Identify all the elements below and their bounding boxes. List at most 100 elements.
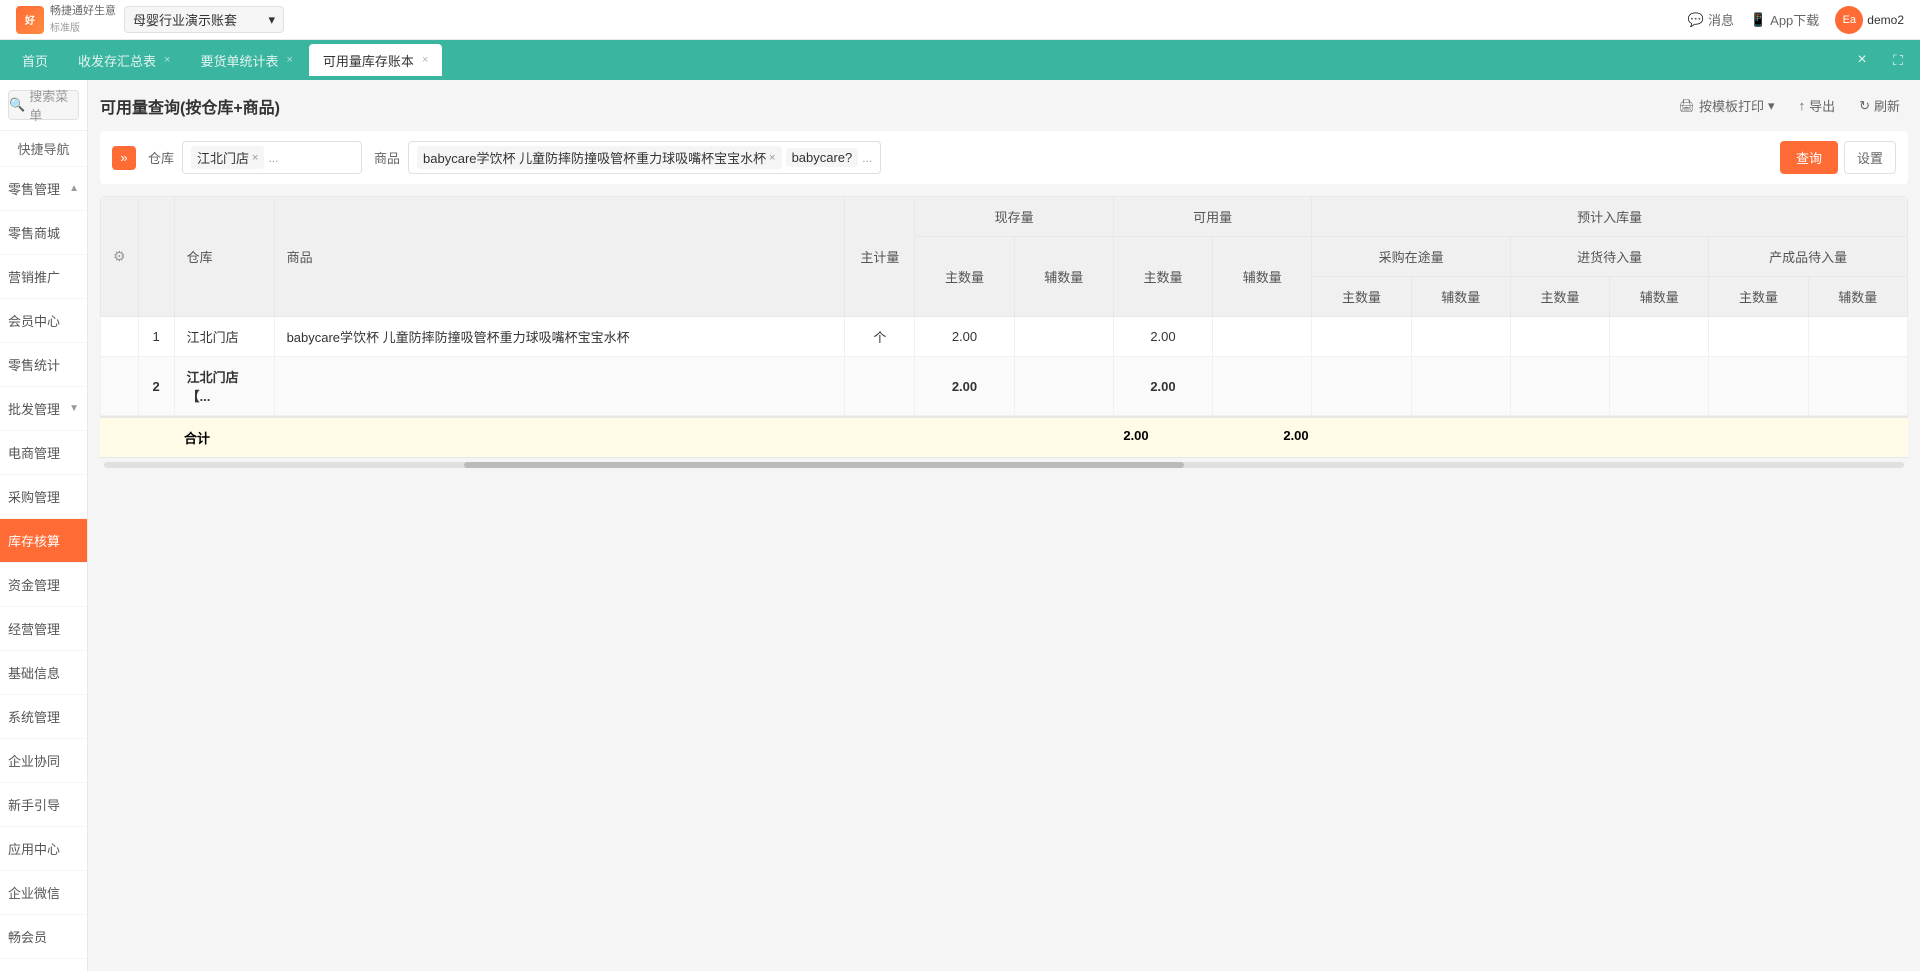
tab-receive-send[interactable]: 收发存汇总表 × [64,44,184,76]
sidebar-item-purchase[interactable]: 采购管理 [0,475,87,519]
cell-purchase-aux-2 [1411,357,1510,416]
table-scrollbar[interactable] [100,457,1908,471]
col-available-aux: 辅数量 [1213,237,1312,317]
template-print-button[interactable]: 🖨 按模板打印 ▾ [1671,92,1783,119]
cell-purchase-main-2 [1312,357,1411,416]
sidebar-item-ecommerce-label: 电商管理 [8,443,60,462]
sidebar-item-app-center[interactable]: 应用中心 [0,827,87,871]
filter-product-group: 商品 babycare学饮杯 儿童防摔防撞吸管杯重力球吸嘴杯宝宝水杯 × bab… [374,141,881,174]
print-icon: 🖨 [1679,98,1696,114]
settings-button[interactable]: 设置 [1844,141,1896,174]
nav-expand-button[interactable]: ⛶ [1884,46,1912,74]
cell-warehouse: 江北门店 [174,317,274,357]
col-available-main: 主数量 [1113,237,1212,317]
sidebar-item-enterprise-wechat[interactable]: 企业微信 [0,871,87,915]
cell-stock-aux [1014,317,1113,357]
chevron-down-icon: ▾ [268,12,275,28]
refresh-icon: ↻ [1859,98,1870,114]
industry-selector[interactable]: 母婴行业演示账套 ▾ [124,6,284,33]
tab-available-inventory-close[interactable]: × [422,54,428,66]
chevron-down-icon-print: ▾ [1768,98,1775,114]
tab-home[interactable]: 首页 [8,44,62,76]
sidebar-item-system-label: 系统管理 [8,707,60,726]
message-icon: 💬 [1688,12,1704,28]
sidebar-item-enterprise-collab[interactable]: 企业协同 [0,739,87,783]
nav-close-button[interactable]: × [1848,46,1876,74]
top-bar-left: 好 畅捷通好生意 标准版 母婴行业演示账套 ▾ [16,5,284,33]
cell-main-unit: 个 [845,317,915,357]
col-warehouse: 仓库 [174,197,274,317]
col-purchase-group: 采购在途量 [1312,237,1511,277]
chevron-icon: ▲ [69,183,79,194]
product-filter-input[interactable]: babycare学饮杯 儿童防摔防撞吸管杯重力球吸嘴杯宝宝水杯 × babyca… [408,141,881,174]
app-download-action[interactable]: 📱 App下载 [1750,10,1819,29]
sidebar-item-member-center[interactable]: 会员中心 [0,299,87,343]
sidebar-item-retail-mall[interactable]: 零售商城 [0,211,87,255]
sidebar-item-wholesale-mgmt[interactable]: 批发管理 ▼ [0,387,87,431]
footer-available-main: 2.00 [1256,428,1336,447]
cell-available-main-2: 2.00 [1113,357,1212,416]
query-button[interactable]: 查询 [1780,141,1838,174]
sidebar-item-finance[interactable]: 资金管理 [0,563,87,607]
sidebar-item-ecommerce[interactable]: 电商管理 [0,431,87,475]
quick-nav-button[interactable]: 快捷导航 [0,131,87,167]
sidebar-item-inventory-check[interactable]: 库存核算 [0,519,87,563]
tab-receive-send-label: 收发存汇总表 [78,51,156,70]
data-table: ⚙ 仓库 商品 主计量 现存量 可用量 预计入库量 主数量 辅数量 主数量 [100,196,1908,416]
warehouse-tag-1-remove[interactable]: × [252,152,258,164]
footer-incoming-main [1576,428,1656,447]
user-area[interactable]: Ea demo2 [1835,6,1904,34]
sidebar-item-system[interactable]: 系统管理 [0,695,87,739]
sidebar-item-enterprise-collab-label: 企业协同 [8,751,60,770]
tab-purchase-stats[interactable]: 要货单统计表 × [186,44,306,76]
product-tag-1: babycare学饮杯 儿童防摔防撞吸管杯重力球吸嘴杯宝宝水杯 × [417,146,782,169]
export-button[interactable]: ↑ 导出 [1791,92,1844,119]
cell-incoming-main [1510,317,1609,357]
template-print-label: 按模板打印 [1699,96,1764,115]
col-stock-aux: 辅数量 [1014,237,1113,317]
content-area: 可用量查询(按仓库+商品) 🖨 按模板打印 ▾ ↑ 导出 ↻ 刷新 [88,80,1920,971]
tab-receive-send-close[interactable]: × [164,54,170,66]
filter-warehouse-group: 仓库 江北门店 × ... [148,141,362,174]
sidebar-item-operations[interactable]: 经营管理 [0,607,87,651]
sidebar-item-retail-stats[interactable]: 零售统计 [0,343,87,387]
sidebar-item-vip-member[interactable]: 畅会员 [0,915,87,959]
sidebar-item-new-guide[interactable]: 新手引导 [0,783,87,827]
footer-label: 合计 [184,431,210,446]
logo-area: 好 畅捷通好生意 标准版 [16,5,116,33]
product-filter-more[interactable]: ... [862,151,872,165]
col-incoming-group: 进货待入量 [1510,237,1709,277]
logo-text-area: 畅捷通好生意 标准版 [50,5,116,33]
cell-product: babycare学饮杯 儿童防摔防撞吸管杯重力球吸嘴杯宝宝水杯 [274,317,845,357]
col-stock-main: 主数量 [915,237,1014,317]
product-filter-label: 商品 [374,148,400,167]
cell-main-unit-2 [845,357,915,416]
col-production-main: 主数量 [1709,277,1808,317]
tab-available-inventory[interactable]: 可用量库存账本 × [309,44,442,76]
sidebar-item-inventory-check-label: 库存核算 [8,531,60,550]
logo-icon: 好 [16,6,44,34]
footer-product-col [284,428,1026,447]
gear-icon[interactable]: ⚙ [113,248,126,264]
footer-unit-col [1026,428,1096,447]
filter-expand-button[interactable]: » [112,146,136,170]
logo-text: 畅捷通好生意 [50,5,116,18]
sidebar-item-basic-info[interactable]: 基础信息 [0,651,87,695]
message-action[interactable]: 💬 消息 [1688,10,1734,29]
warehouse-filter-more[interactable]: ... [268,151,278,165]
product-tag-2: babycare? [786,148,859,167]
tab-home-label: 首页 [22,51,48,70]
tab-purchase-stats-close[interactable]: × [286,54,292,66]
search-menu-button[interactable]: 🔍 搜索菜单 [8,90,79,120]
sidebar-item-marketing[interactable]: 营销推广 [0,255,87,299]
sidebar-item-retail-mgmt[interactable]: 零售管理 ▲ [0,167,87,211]
username-label: demo2 [1867,13,1904,27]
sidebar-item-retail-mall-label: 零售商城 [8,223,60,242]
top-bar-right: 💬 消息 📱 App下载 Ea demo2 [1688,6,1904,34]
warehouse-filter-input[interactable]: 江北门店 × ... [182,141,362,174]
logo-subtitle: 标准版 [50,19,116,34]
product-tag-1-remove[interactable]: × [769,152,775,164]
cell-incoming-aux [1610,317,1709,357]
table-footer: 合计 2.00 2.00 [100,416,1908,457]
refresh-button[interactable]: ↻ 刷新 [1851,92,1908,119]
